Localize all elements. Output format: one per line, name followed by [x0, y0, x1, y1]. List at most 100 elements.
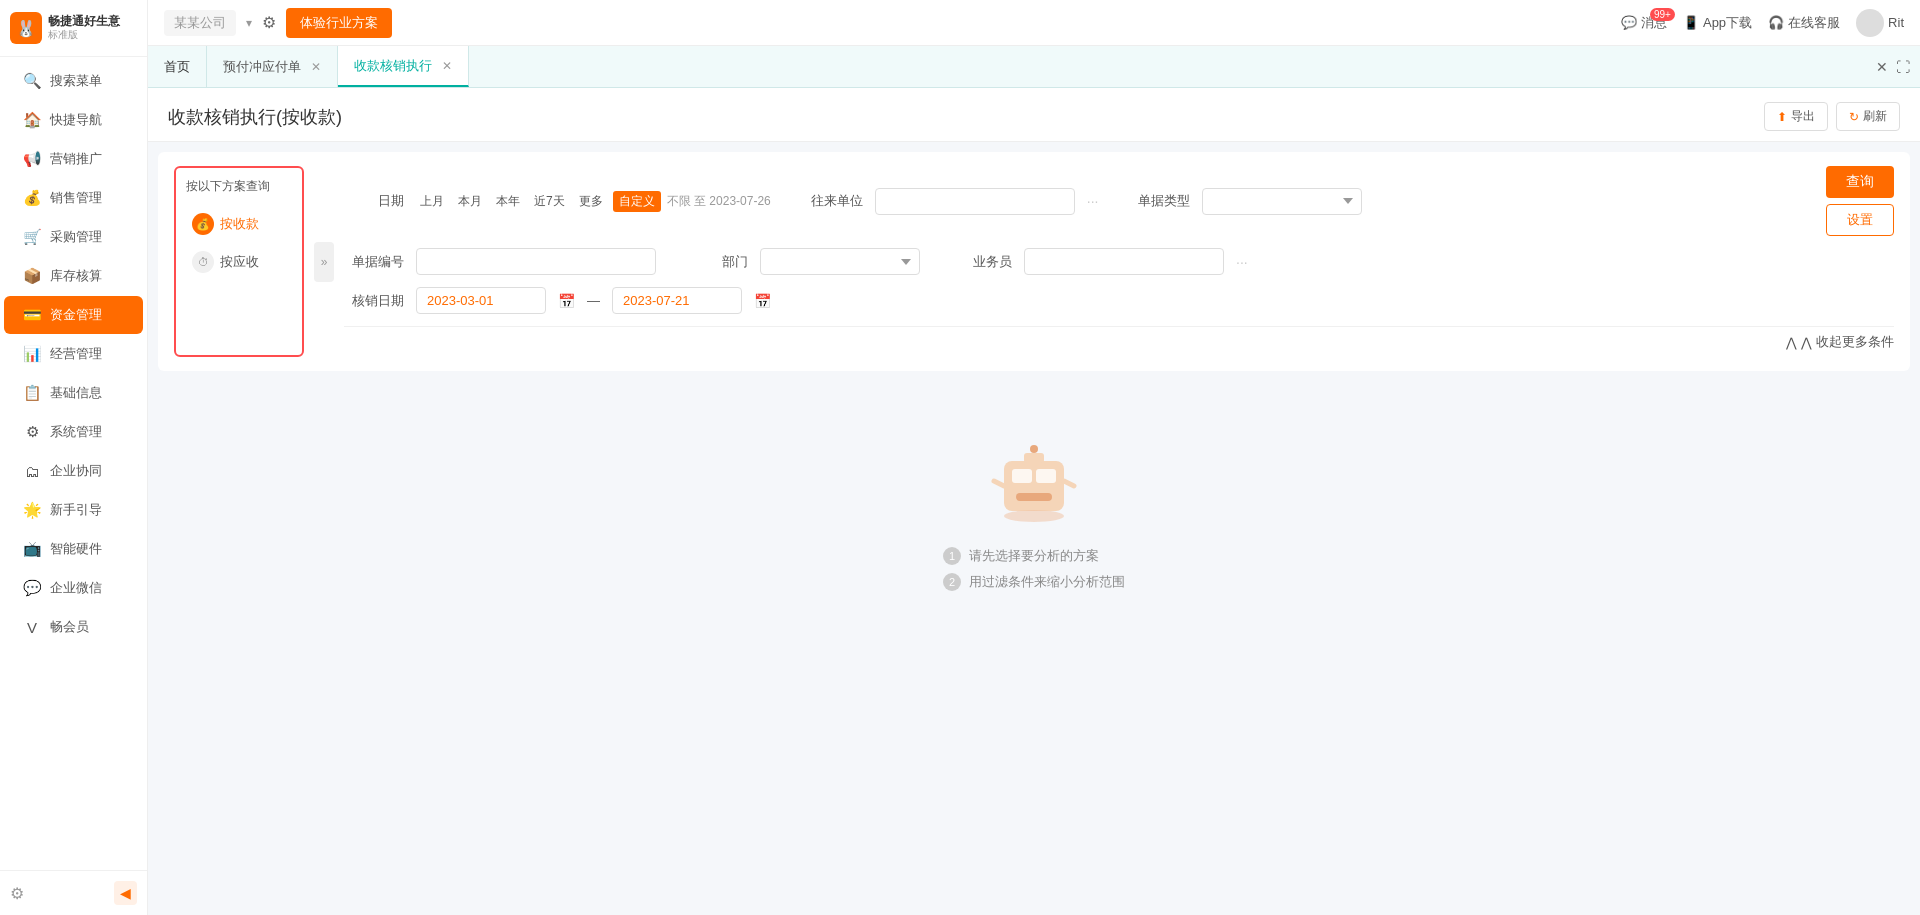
tab-collection[interactable]: 收款核销执行 ✕ [338, 46, 469, 87]
sidebar-item-hardware[interactable]: 📺智能硬件 [4, 530, 143, 568]
search-icon: 🔍 [22, 72, 42, 90]
maximize-icon[interactable]: ⛶ [1896, 59, 1910, 75]
date-shortcuts: 上月 本月 本年 近7天 更多 自定义 不限 至 2023-07-26 [416, 191, 771, 212]
main-area: 某某公司 ▾ ⚙ 体验行业方案 💬 消息 99+ 📱 App下载 🎧 在线客服 … [148, 0, 1920, 915]
online-service-btn[interactable]: 🎧 在线客服 [1768, 14, 1840, 32]
trading-partner-dots[interactable]: ··· [1087, 193, 1099, 209]
date-last-month[interactable]: 上月 [416, 191, 448, 212]
sidebar-item-wechat[interactable]: 💬企业微信 [4, 569, 143, 607]
department-select[interactable] [760, 248, 920, 275]
sidebar-item-search[interactable]: 🔍 搜索菜单 [4, 62, 143, 100]
refresh-btn[interactable]: ↻ 刷新 [1836, 102, 1900, 131]
logo-title: 畅捷通好生意 [48, 14, 120, 28]
query-btn-area: 查询 设置 [1826, 166, 1894, 236]
date-more[interactable]: 更多 [575, 191, 607, 212]
sidebar-menu: 🔍 搜索菜单 🏠快捷导航 📢 营销推广 💰销售管理🛒采购管理📦库存核算💳资金管理 📊 经营管理… [0, 57, 147, 870]
industry-btn[interactable]: 体验行业方案 [286, 8, 392, 38]
app-download-label: App下载 [1703, 14, 1752, 32]
user-info[interactable]: Rit [1856, 9, 1904, 37]
svg-line-4 [994, 481, 1004, 486]
user-avatar [1856, 9, 1884, 37]
bill-type-select[interactable] [1202, 188, 1362, 215]
collapse-filter-btn[interactable]: » [314, 242, 334, 282]
filter-sidebar-title: 按以下方案查询 [186, 178, 292, 195]
sidebar-item-baseinfo[interactable]: 📋基础信息 [4, 374, 143, 412]
menu-label-business: 经营管理 [50, 345, 102, 363]
filter-option-by-collection[interactable]: 💰 按收款 [186, 205, 292, 243]
guide-icon: 🌟 [22, 501, 42, 519]
prepay-tab-close-icon[interactable]: ✕ [311, 60, 321, 74]
message-btn[interactable]: 💬 消息 99+ [1621, 14, 1667, 32]
trading-partner-label: 往来单位 [803, 192, 863, 210]
settings-btn[interactable]: 设置 [1826, 204, 1894, 236]
export-btn[interactable]: ⬆ 导出 [1764, 102, 1828, 131]
finance-icon: 💳 [22, 306, 42, 324]
collection-option-label: 按收款 [220, 215, 259, 233]
sidebar-item-inventory[interactable]: 📦库存核算 [4, 257, 143, 295]
collection-tab-close-icon[interactable]: ✕ [442, 59, 452, 73]
filter-row-3: 核销日期 2023-03-01 📅 — 2023-07-21 📅 [344, 287, 1894, 314]
sidebar-item-purchase[interactable]: 🛒采购管理 [4, 218, 143, 256]
purchase-icon: 🛒 [22, 228, 42, 246]
query-btn[interactable]: 查询 [1826, 166, 1894, 198]
staff-input[interactable] [1024, 248, 1224, 275]
sidebar-bottom: ⚙ ◀ [0, 870, 147, 915]
filter-option-by-receivable[interactable]: ⏱ 按应收 [186, 243, 292, 281]
bill-number-input[interactable] [416, 248, 656, 275]
prepay-tab-label: 预付冲应付单 [223, 58, 301, 76]
svg-point-7 [1030, 445, 1038, 453]
bill-type-label: 单据类型 [1130, 192, 1190, 210]
sidebar-item-member[interactable]: V畅会员 [4, 608, 143, 646]
sidebar-item-guide[interactable]: 🌟新手引导 [4, 491, 143, 529]
calendar-end-icon[interactable]: 📅 [754, 293, 771, 309]
date-custom[interactable]: 自定义 [613, 191, 661, 212]
sidebar-item-business[interactable]: 📊 经营管理 [4, 335, 143, 373]
topbar-left: 某某公司 ▾ ⚙ 体验行业方案 [164, 8, 1605, 38]
collapse-sidebar-icon[interactable]: ◀ [114, 881, 137, 905]
trading-partner-input[interactable] [875, 188, 1075, 215]
menu-label-marketing: 营销推广 [50, 150, 102, 168]
writeoff-date-end[interactable]: 2023-07-21 [612, 287, 742, 314]
close-window-icon[interactable]: ✕ [1876, 59, 1888, 75]
app-download-btn[interactable]: 📱 App下载 [1683, 14, 1752, 32]
sidebar-item-sales[interactable]: 💰销售管理 [4, 179, 143, 217]
refresh-label: 刷新 [1863, 108, 1887, 125]
collapse-more-btn[interactable]: ⋀ ⋀ 收起更多条件 [344, 326, 1894, 357]
filter-row-2: 单据编号 部门 业务员 ··· [344, 248, 1894, 275]
chevron-down-icon[interactable]: ▾ [246, 16, 252, 30]
sidebar-item-system[interactable]: ⚙系统管理 [4, 413, 143, 451]
company-name[interactable]: 某某公司 [164, 10, 236, 36]
page-content: 收款核销执行(按收款) ⬆ 导出 ↻ 刷新 按以下方案查询 💰 按收款 [148, 88, 1920, 915]
sidebar-item-enterprise[interactable]: 🗂企业协同 [4, 452, 143, 490]
message-badge: 99+ [1650, 8, 1675, 21]
baseinfo-icon: 📋 [22, 384, 42, 402]
user-name: Rit [1888, 15, 1904, 30]
system-icon: ⚙ [22, 423, 42, 441]
tab-prepay[interactable]: 预付冲应付单 ✕ [207, 46, 338, 87]
sidebar-item-finance[interactable]: 💳资金管理 [4, 296, 143, 334]
logo-subtitle: 标准版 [48, 28, 120, 42]
calendar-start-icon[interactable]: 📅 [558, 293, 575, 309]
tip2-num: 2 [943, 573, 961, 591]
staff-dots[interactable]: ··· [1236, 254, 1248, 270]
svg-rect-2 [1036, 469, 1056, 483]
menu-label-search: 搜索菜单 [50, 72, 102, 90]
sidebar-item-marketing[interactable]: 📢 营销推广 [4, 140, 143, 178]
date-this-month[interactable]: 本月 [454, 191, 486, 212]
writeoff-date-start[interactable]: 2023-03-01 [416, 287, 546, 314]
empty-tip-1: 1 请先选择要分析的方案 [943, 547, 1125, 565]
tab-home[interactable]: 首页 [148, 46, 207, 87]
app-icon: 📱 [1683, 15, 1699, 30]
gear-icon[interactable]: ⚙ [262, 13, 276, 32]
settings-icon[interactable]: ⚙ [10, 884, 24, 903]
filter-row-1: 日期 上月 本月 本年 近7天 更多 自定义 不限 至 2023-07-26 往… [344, 166, 1894, 236]
menu-label-wechat: 企业微信 [50, 579, 102, 597]
staff-label: 业务员 [952, 253, 1012, 271]
business-icon: 📊 [22, 345, 42, 363]
collection-tab-label: 收款核销执行 [354, 57, 432, 75]
sidebar-item-quicknav[interactable]: 🏠快捷导航 [4, 101, 143, 139]
date-this-year[interactable]: 本年 [492, 191, 524, 212]
logo-icon: 🐰 [10, 12, 42, 44]
date-7days[interactable]: 近7天 [530, 191, 569, 212]
marketing-icon: 📢 [22, 150, 42, 168]
